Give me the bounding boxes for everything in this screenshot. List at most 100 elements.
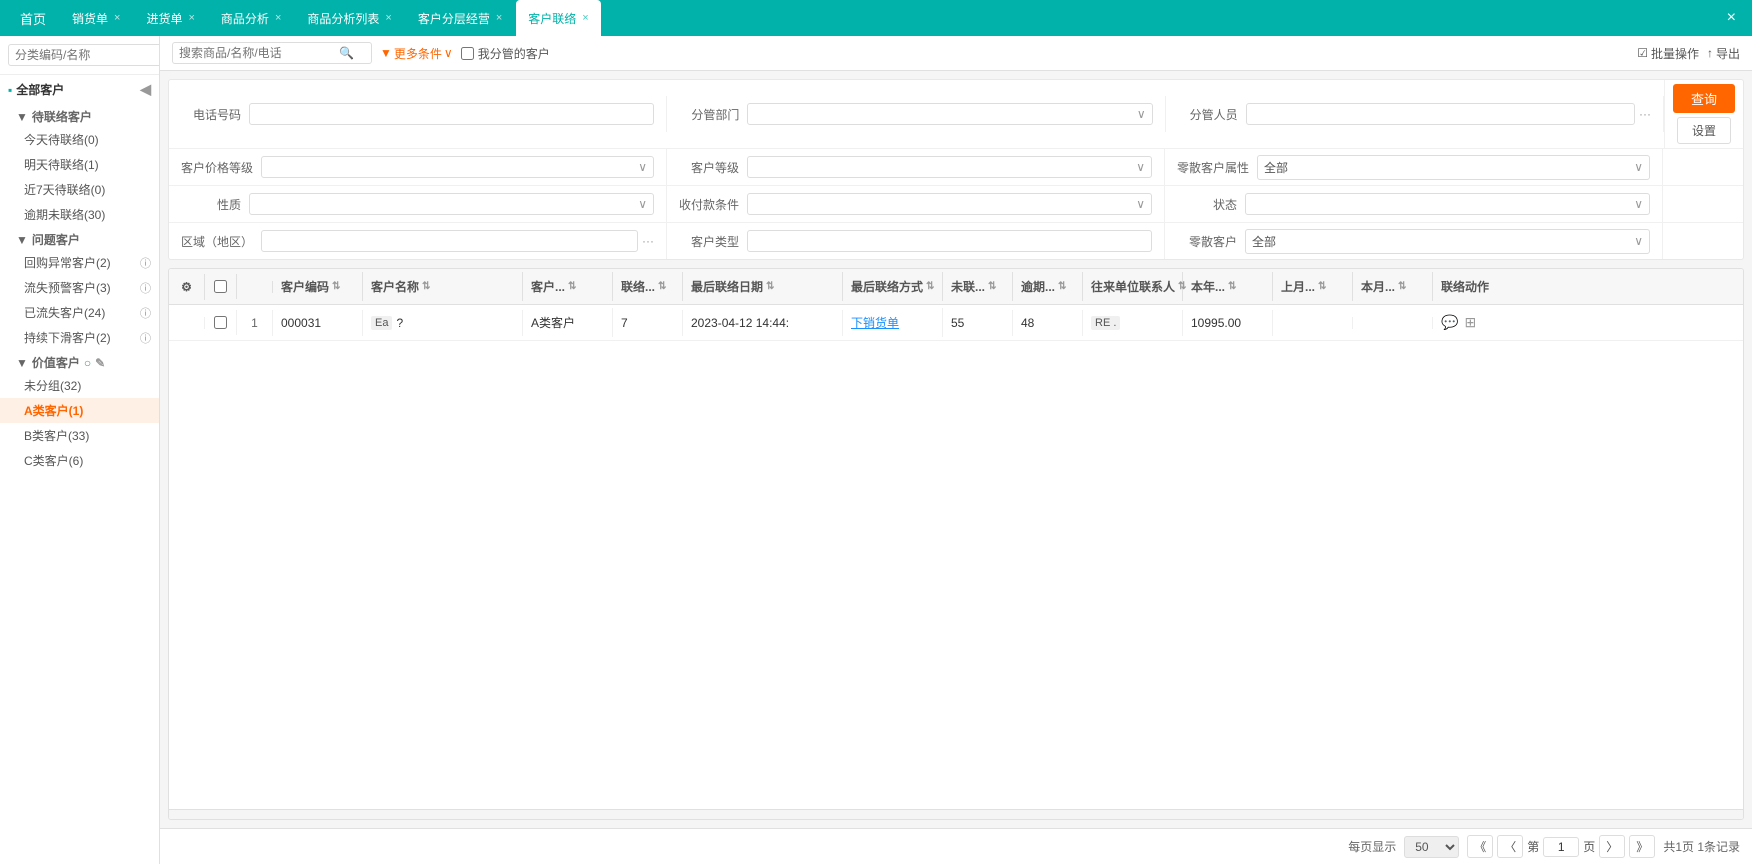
my-customers-checkbox[interactable] (461, 47, 474, 60)
add-value-group[interactable]: ○ (84, 356, 91, 370)
info-icon-2[interactable]: ⓘ (140, 280, 151, 296)
th-overdue[interactable]: 逾期... ⇅ (1013, 272, 1083, 301)
nav-product-list[interactable]: 商品分析列表 × (295, 0, 403, 36)
per-page-select[interactable]: 50 100 200 (1404, 836, 1459, 858)
row-checkbox[interactable] (214, 316, 227, 329)
dept-arrow: ∨ (1137, 107, 1146, 121)
nav-contact-close[interactable]: × (582, 12, 588, 24)
th-this-month[interactable]: 本月... ⇅ (1353, 272, 1433, 301)
nav-sales-close[interactable]: × (114, 12, 120, 24)
person-label: 分管人员 (1178, 106, 1238, 123)
filter-row-4: 区域（地区） ··· 客户类型 零散客户 全部 ∨ (169, 223, 1743, 259)
last-method-link[interactable]: 下销货单 (851, 314, 899, 331)
region-input[interactable] (261, 230, 638, 252)
price-level-select[interactable]: ∨ (261, 156, 654, 178)
th-company[interactable]: 往来单位联系人 ⇅ (1083, 272, 1183, 301)
advanced-filter: 电话号码 分管部门 ∨ 分管人员 ··· 查询 设置 (168, 79, 1744, 260)
th-name[interactable]: 客户名称 ⇅ (363, 272, 523, 301)
person-input[interactable] (1246, 103, 1635, 125)
th-this-year[interactable]: 本年... ⇅ (1183, 272, 1273, 301)
nature-select[interactable]: ∨ (249, 193, 654, 215)
filter-search-icon[interactable]: 🔍 (339, 46, 354, 60)
all-customers-header[interactable]: ▪ 全部客户 ◀ (0, 75, 159, 104)
sidebar-search-area: 🔍 (0, 36, 159, 75)
info-icon-3[interactable]: ⓘ (140, 305, 151, 321)
th-action: 联络动作 (1433, 272, 1743, 301)
page-first-btn[interactable]: 《 (1467, 835, 1493, 858)
page-nav: 《 〈 第 页 〉 》 (1467, 835, 1655, 858)
nav-customer-contact[interactable]: 客户联络 × (516, 0, 600, 36)
sidebar-item-tomorrow[interactable]: 明天待联络(1) (0, 152, 159, 177)
info-icon-1[interactable]: ⓘ (140, 255, 151, 271)
nav-customer-mgmt[interactable]: 客户分层经营 × (406, 0, 514, 36)
sidebar-item-ungroup[interactable]: 未分组(32) (0, 373, 159, 398)
filter-search-input[interactable] (179, 46, 339, 60)
page-prev-btn[interactable]: 〈 (1497, 835, 1523, 858)
th-settings[interactable]: ⚙ (169, 274, 205, 300)
phone-input[interactable] (249, 103, 654, 125)
nav-product-analysis-close[interactable]: × (275, 12, 281, 24)
problem-customers-group: ▼ 问题客户 (0, 227, 159, 250)
top-nav: 首页 销货单 × 进货单 × 商品分析 × 商品分析列表 × 客户分层经营 × … (0, 0, 1752, 36)
table-scroll[interactable] (169, 809, 1743, 819)
td-num: 1 (237, 310, 273, 336)
th-last-date[interactable]: 最后联络日期 ⇅ (683, 272, 843, 301)
nav-product-list-close[interactable]: × (385, 12, 391, 24)
filter-more-btn[interactable]: ▼ 更多条件 ∨ (380, 45, 453, 62)
th-last-method[interactable]: 最后联络方式 ⇅ (843, 272, 943, 301)
payment-select[interactable]: ∨ (747, 193, 1152, 215)
th-code[interactable]: 客户编码 ⇅ (273, 272, 363, 301)
batch-op-btn[interactable]: ☑ 批量操作 (1637, 45, 1699, 62)
export-icon: ↑ (1707, 46, 1713, 60)
person-dots[interactable]: ··· (1639, 107, 1651, 121)
nav-purchase-close[interactable]: × (188, 12, 194, 24)
sidebar-item-overdue[interactable]: 逾期未联络(30) (0, 202, 159, 227)
action-more-icon[interactable]: ⊞ (1464, 314, 1476, 331)
th-last-month[interactable]: 上月... ⇅ (1273, 272, 1353, 301)
sidebar-item-7days[interactable]: 近7天待联络(0) (0, 177, 159, 202)
page-input[interactable] (1543, 837, 1579, 857)
sidebar-item-c-class[interactable]: C类客户(6) (0, 448, 159, 473)
td-last-method[interactable]: 下销货单 (843, 308, 943, 337)
region-dots[interactable]: ··· (642, 234, 654, 248)
sidebar-search-input[interactable] (8, 44, 160, 66)
sidebar-collapse-btn[interactable]: ◀ (140, 81, 151, 98)
action-chat-icon[interactable]: 💬 (1441, 314, 1458, 331)
nav-purchase[interactable]: 进货单 × (134, 0, 206, 36)
retail-select[interactable]: 全部 ∨ (1245, 229, 1650, 254)
cust-type-input[interactable] (747, 230, 1152, 252)
sidebar-item-b-class[interactable]: B类客户(33) (0, 423, 159, 448)
th-no-contact[interactable]: 未联... ⇅ (943, 272, 1013, 301)
sidebar-item-a-class[interactable]: A类客户(1) (0, 398, 159, 423)
page-next-btn[interactable]: 〉 (1599, 835, 1625, 858)
dept-select[interactable]: ∨ (747, 103, 1152, 125)
sidebar-item-lost-warn[interactable]: 流失预警客户(3) ⓘ (0, 275, 159, 300)
all-customers-label: 全部客户 (16, 81, 64, 98)
nav-customer-mgmt-close[interactable]: × (496, 12, 502, 24)
page-last-btn[interactable]: 》 (1629, 835, 1655, 858)
sidebar-item-today[interactable]: 今天待联络(0) (0, 127, 159, 152)
export-btn[interactable]: ↑ 导出 (1707, 45, 1740, 62)
status-select[interactable]: ∨ (1245, 193, 1650, 215)
th-checkbox[interactable] (205, 274, 237, 299)
select-all-checkbox[interactable] (214, 280, 227, 293)
nav-product-analysis[interactable]: 商品分析 × (209, 0, 293, 36)
sidebar-item-abnormal[interactable]: 回购异常客户(2) ⓘ (0, 250, 159, 275)
info-icon-4[interactable]: ⓘ (140, 330, 151, 346)
close-all-tabs[interactable]: × (1719, 9, 1744, 27)
edit-value-group[interactable]: ✎ (95, 356, 105, 370)
td-name: Ea ? (363, 310, 523, 336)
query-button[interactable]: 查询 (1673, 84, 1735, 113)
retail-attr-select[interactable]: 全部 ∨ (1257, 155, 1650, 180)
cust-level-select[interactable]: ∨ (747, 156, 1152, 178)
sidebar-item-declining[interactable]: 持续下滑客户(2) ⓘ (0, 325, 159, 350)
sidebar-item-lost[interactable]: 已流失客户(24) ⓘ (0, 300, 159, 325)
filter-cell-retail-attr: 零散客户属性 全部 ∨ (1165, 149, 1663, 185)
td-checkbox[interactable] (205, 310, 237, 335)
th-contact[interactable]: 联络... ⇅ (613, 272, 683, 301)
th-cust-type[interactable]: 客户... ⇅ (523, 272, 613, 301)
nav-sales[interactable]: 销货单 × (60, 0, 132, 36)
settings-button[interactable]: 设置 (1677, 117, 1731, 144)
nav-home[interactable]: 首页 (8, 0, 58, 36)
batch-op-icon: ☑ (1637, 46, 1648, 60)
